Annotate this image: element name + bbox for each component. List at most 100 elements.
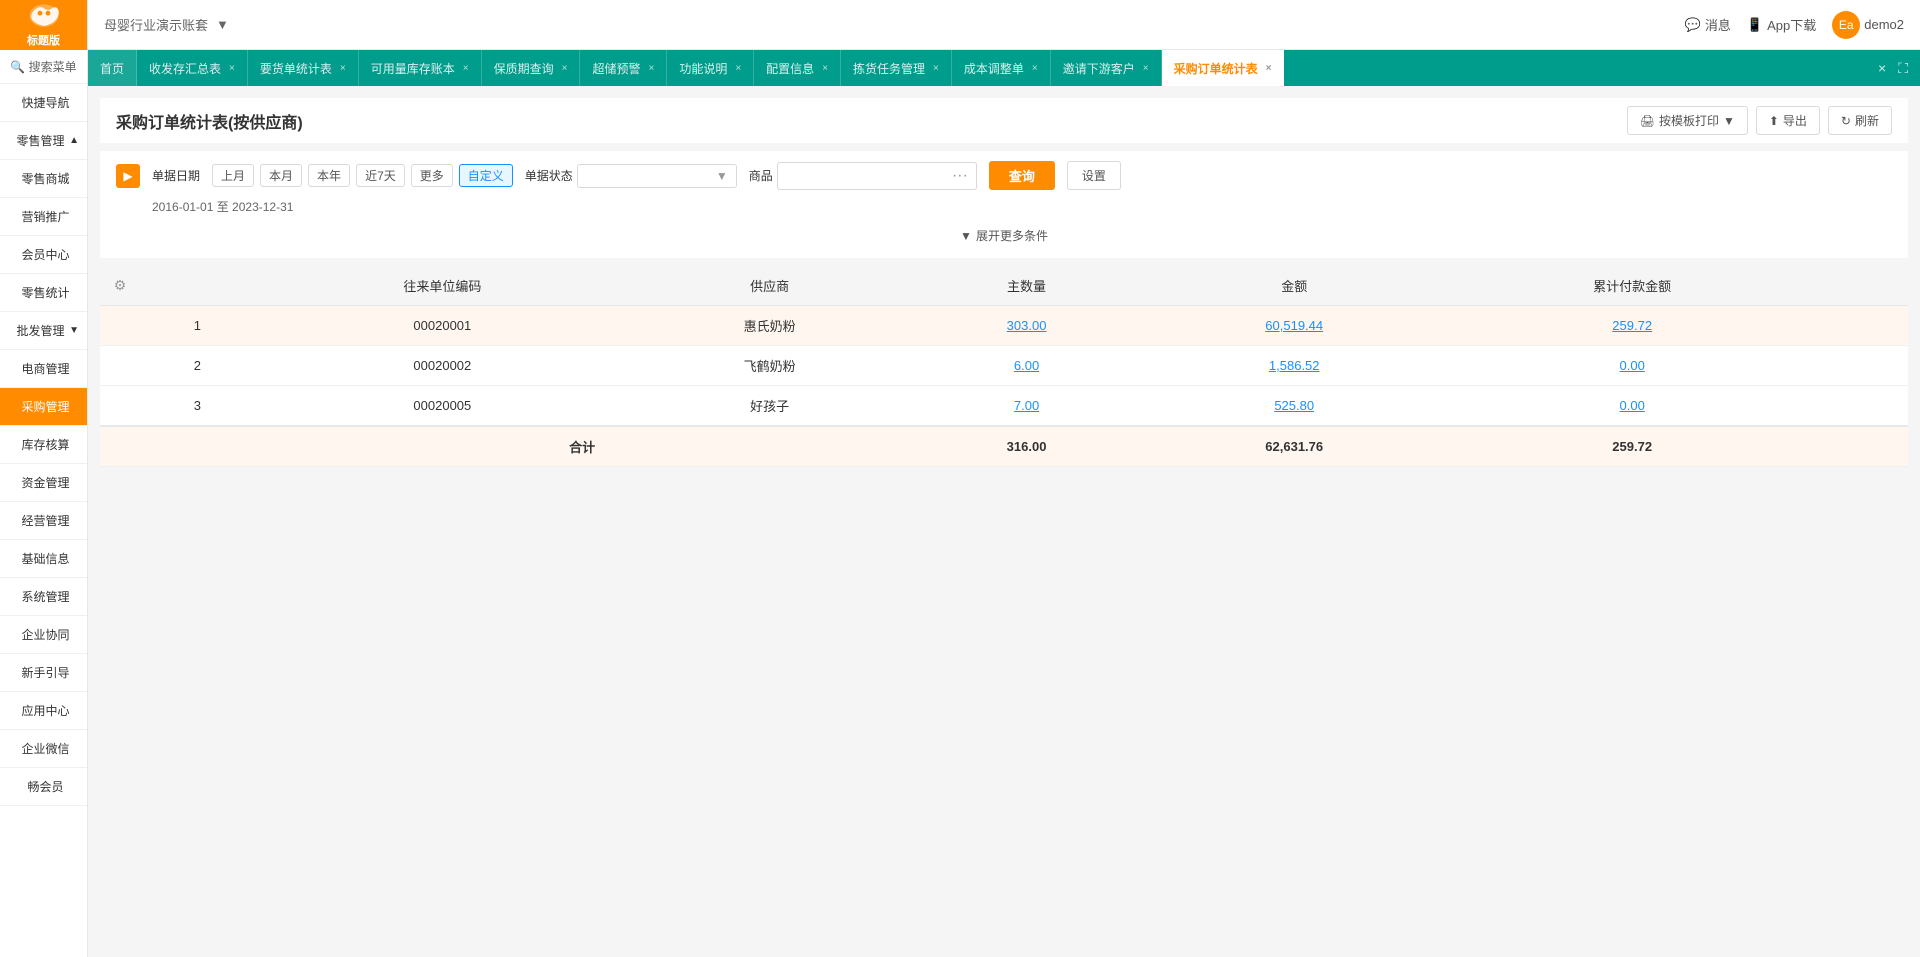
tab-cost-adjust[interactable]: 成本调整单 × <box>952 50 1051 86</box>
date-btn-last-month[interactable]: 上月 <box>212 164 254 187</box>
refresh-button[interactable]: ↻ 刷新 <box>1828 106 1892 135</box>
app-download-label: App下载 <box>1767 15 1816 34</box>
status-select[interactable]: ▼ <box>577 164 737 188</box>
enterprise-label: 企业协同 <box>12 626 79 643</box>
finance-label: 资金管理 <box>12 474 79 491</box>
tab-config[interactable]: 配置信息 × <box>754 50 841 86</box>
sidebar-item-purchase[interactable]: 采购管理 <box>0 388 87 426</box>
filter-row-1: ▶ 单据日期 上月 本月 本年 近7天 更多 自定义 单据状态 ▼ <box>116 161 1892 190</box>
tab-close-icon[interactable]: × <box>340 63 346 74</box>
tab-home[interactable]: 首页 <box>88 50 137 86</box>
tab-expiry[interactable]: 保质期查询 × <box>482 50 581 86</box>
sidebar-item-retail-stat[interactable]: 零售统计 <box>0 274 87 312</box>
message-btn[interactable]: 💬 消息 <box>1685 15 1731 34</box>
workspace-name: 母婴行业演示账套 <box>104 15 208 34</box>
sidebar-item-ecommerce[interactable]: 电商管理 <box>0 350 87 388</box>
th-code: 往来单位编码 <box>255 266 630 306</box>
retail-mgmt-arrow: ▲ <box>69 135 79 146</box>
expand-label: 展开更多条件 <box>976 227 1048 244</box>
sidebar-item-finance[interactable]: 资金管理 <box>0 464 87 502</box>
sidebar-quick-nav[interactable]: 快捷导航 <box>0 84 87 122</box>
expand-more-btn[interactable]: ▼ 展开更多条件 <box>960 227 1048 244</box>
member2-label: 畅会员 <box>12 778 79 795</box>
app-logo: 标题版 <box>0 0 87 50</box>
goods-input[interactable]: ··· <box>777 162 977 190</box>
tab-purchase-order-stat[interactable]: 采购订单统计表 × <box>1162 50 1285 86</box>
tab-close-all-btn[interactable]: × <box>1874 58 1890 78</box>
workspace-dropdown-icon: ▼ <box>216 17 229 32</box>
settings-button[interactable]: 设置 <box>1067 161 1121 190</box>
sidebar-item-enterprise[interactable]: 企业协同 <box>0 616 87 654</box>
date-range-display: 2016-01-01 至 2023-12-31 <box>152 198 293 215</box>
row-quantity: 303.00 <box>909 306 1143 346</box>
tab-picking[interactable]: 拣货任务管理 × <box>841 50 952 86</box>
sidebar-item-wechat[interactable]: 企业微信 <box>0 730 87 768</box>
goods-search-icon: ··· <box>952 167 968 185</box>
logo-text: 标题版 <box>27 32 60 48</box>
table-row: 3 00020005 好孩子 7.00 525.80 0.00 <box>100 386 1908 427</box>
tab-label: 邀请下游客户 <box>1063 60 1135 77</box>
th-amount: 金额 <box>1144 266 1445 306</box>
table-head: ⚙ 往来单位编码 供应商 主数量 金额 累计付款金额 <box>100 266 1908 306</box>
row-supplier: 好孩子 <box>630 386 909 427</box>
tab-invite-downstream[interactable]: 邀请下游客户 × <box>1051 50 1162 86</box>
tab-function[interactable]: 功能说明 × <box>667 50 754 86</box>
sidebar-item-inventory[interactable]: 库存核算 <box>0 426 87 464</box>
date-btn-7days[interactable]: 近7天 <box>356 164 405 187</box>
appcenter-label: 应用中心 <box>12 702 79 719</box>
search-label: 搜索菜单 <box>29 60 77 74</box>
date-btn-custom[interactable]: 自定义 <box>459 164 513 187</box>
sidebar-item-newguide[interactable]: 新手引导 <box>0 654 87 692</box>
sidebar-item-marketing[interactable]: 营销推广 <box>0 198 87 236</box>
tab-close-icon[interactable]: × <box>933 63 939 74</box>
sidebar-item-wholesale[interactable]: 批发管理 ▼ <box>0 312 87 350</box>
sidebar-item-basic[interactable]: 基础信息 <box>0 540 87 578</box>
row-index: 2 <box>140 346 255 386</box>
export-button[interactable]: ⬆ 导出 <box>1756 106 1820 135</box>
sidebar-item-system[interactable]: 系统管理 <box>0 578 87 616</box>
filter-expand-btn[interactable]: ▶ <box>116 164 140 188</box>
tab-close-icon[interactable]: × <box>648 63 654 74</box>
sidebar-item-retail-mgmt[interactable]: 零售管理 ▲ <box>0 122 87 160</box>
table-header-row: ⚙ 往来单位编码 供应商 主数量 金额 累计付款金额 <box>100 266 1908 306</box>
user-menu[interactable]: Ea demo2 <box>1832 11 1904 39</box>
top-bar: 母婴行业演示账套 ▼ 💬 消息 📱 App下载 Ea demo2 <box>88 0 1920 50</box>
retail-mall-label: 零售商城 <box>12 170 79 187</box>
page-title: 采购订单统计表(按供应商) <box>116 109 303 133</box>
tab-receive-summary[interactable]: 收发存汇总表 × <box>137 50 248 86</box>
print-button[interactable]: 🖨 按模板打印 ▼ <box>1627 106 1748 135</box>
tab-close-icon[interactable]: × <box>562 63 568 74</box>
print-dropdown-icon: ▼ <box>1723 114 1735 128</box>
tab-close-active-icon[interactable]: × <box>1266 63 1272 74</box>
row-supplier: 惠氏奶粉 <box>630 306 909 346</box>
tab-close-icon[interactable]: × <box>463 63 469 74</box>
sidebar-item-retail-mall[interactable]: 零售商城 <box>0 160 87 198</box>
footer-quantity: 316.00 <box>909 426 1143 467</box>
top-bar-right: 💬 消息 📱 App下载 Ea demo2 <box>1685 11 1904 39</box>
tab-close-icon[interactable]: × <box>1143 63 1149 74</box>
row-code: 00020005 <box>255 386 630 427</box>
tab-close-icon[interactable]: × <box>229 63 235 74</box>
query-button[interactable]: 查询 <box>989 161 1055 190</box>
tab-overstock[interactable]: 超储预警 × <box>580 50 667 86</box>
tab-close-icon[interactable]: × <box>822 63 828 74</box>
sidebar-item-member2[interactable]: 畅会员 <box>0 768 87 806</box>
search-menu[interactable]: 🔍 搜索菜单 <box>0 50 87 84</box>
tab-close-icon[interactable]: × <box>1032 63 1038 74</box>
tab-requisition[interactable]: 要货单统计表 × <box>248 50 359 86</box>
app-download-btn[interactable]: 📱 App下载 <box>1747 15 1816 34</box>
date-btn-more[interactable]: 更多 <box>411 164 453 187</box>
date-btn-this-year[interactable]: 本年 <box>308 164 350 187</box>
row-settings <box>100 386 140 427</box>
date-btn-this-month[interactable]: 本月 <box>260 164 302 187</box>
sidebar-item-operations[interactable]: 经营管理 <box>0 502 87 540</box>
footer-paid: 259.72 <box>1445 426 1820 467</box>
column-settings-icon[interactable]: ⚙ <box>114 277 127 294</box>
workspace-selector[interactable]: 母婴行业演示账套 ▼ <box>104 15 229 34</box>
tab-close-icon[interactable]: × <box>735 63 741 74</box>
purchase-label: 采购管理 <box>12 398 79 415</box>
sidebar-item-member[interactable]: 会员中心 <box>0 236 87 274</box>
sidebar-item-appcenter[interactable]: 应用中心 <box>0 692 87 730</box>
tab-available-inventory[interactable]: 可用量库存账本 × <box>359 50 482 86</box>
tab-fullscreen-btn[interactable]: ⛶ <box>1894 58 1912 79</box>
